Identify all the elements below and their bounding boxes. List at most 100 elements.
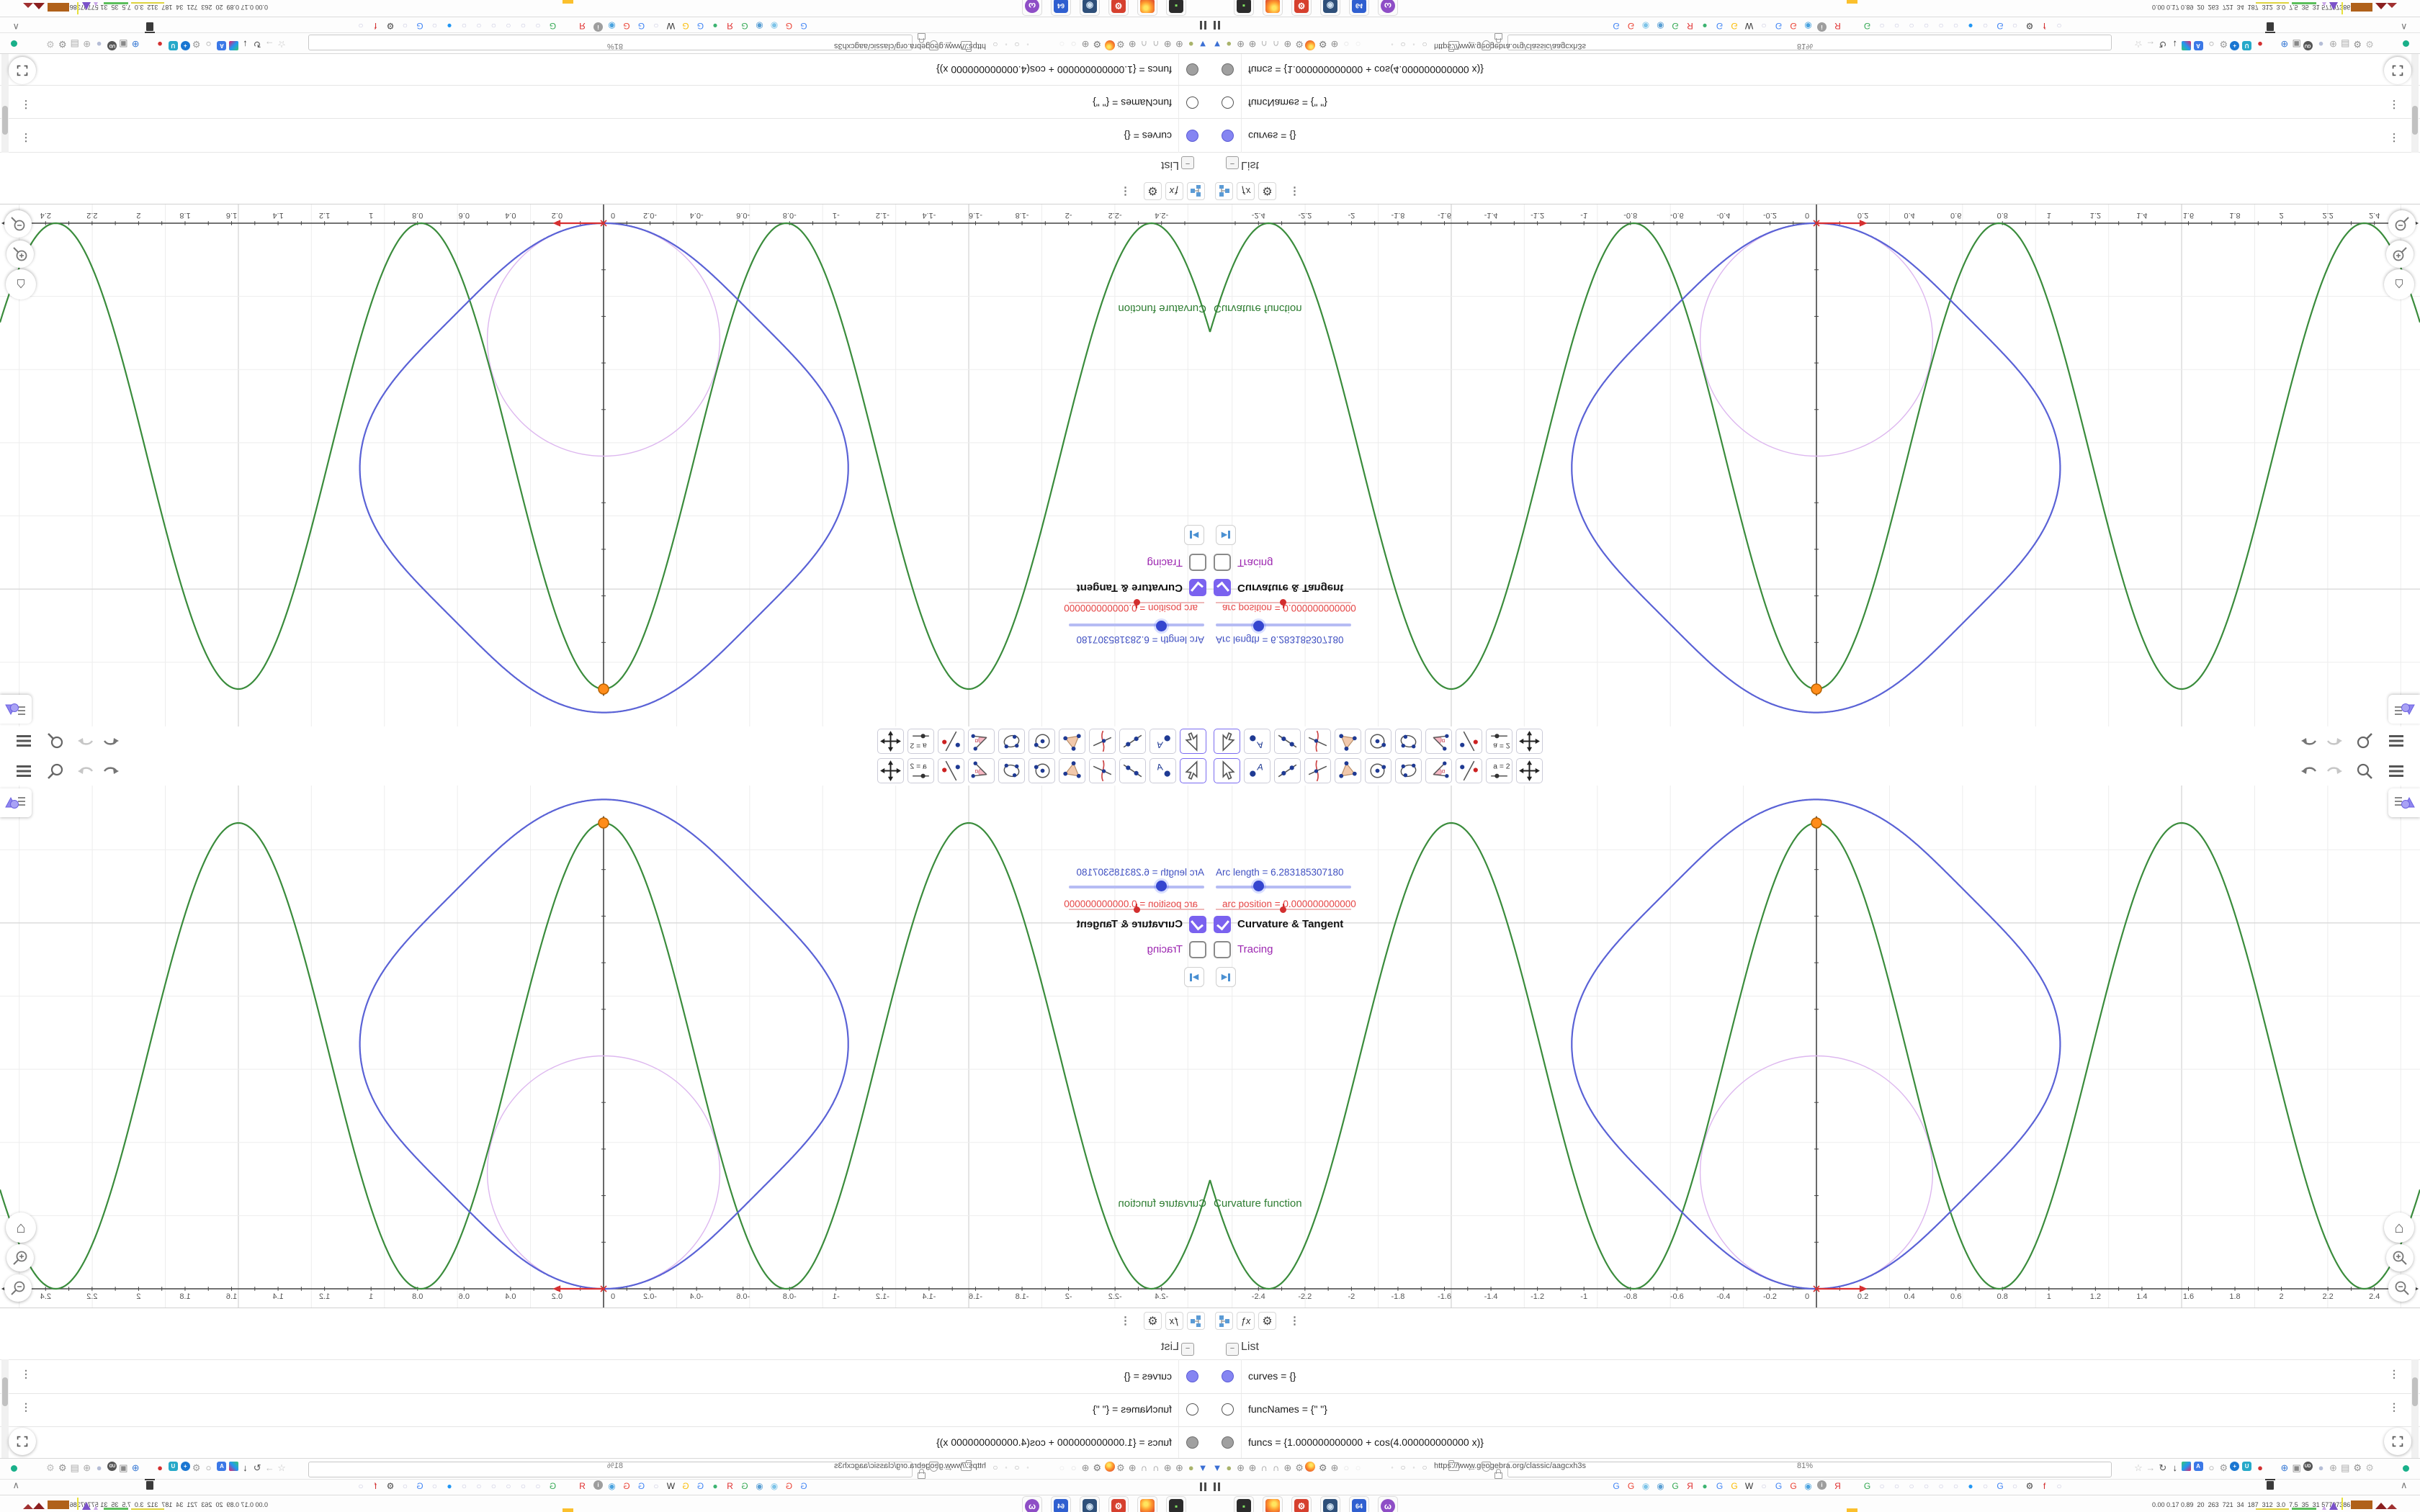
search-dot[interactable]: ● (1699, 20, 1711, 32)
search-globe[interactable]: ◉ (754, 1480, 766, 1492)
ghost-icon[interactable]: ○ (1068, 1462, 1080, 1473)
search-globe[interactable]: ◉ (1655, 1480, 1667, 1492)
search-yandex[interactable]: Я (725, 1480, 736, 1492)
graphics-stylebar-toggle-button[interactable] (2388, 788, 2420, 817)
algebra-scrollbar[interactable] (2411, 54, 2419, 153)
search-g[interactable]: G (798, 1480, 810, 1492)
oval-icon[interactable]: ○ (2205, 39, 2217, 50)
search-g[interactable]: G (1626, 20, 1637, 32)
search-ghost[interactable]: ○ (429, 1480, 441, 1492)
ghost-icon[interactable]: ○ (1340, 39, 1352, 50)
search-ghost[interactable]: ○ (1950, 1480, 1962, 1492)
search-g[interactable]: G (1626, 1480, 1637, 1492)
gear-icon[interactable]: ⚙ (191, 1462, 202, 1473)
search-ghost[interactable]: ○ (1891, 20, 1903, 32)
arc-length-slider-thumb[interactable] (1253, 881, 1264, 891)
search-g[interactable]: G (784, 20, 795, 32)
pin-icon[interactable]: ▼ (1197, 1462, 1209, 1473)
overflow-chevron-icon[interactable]: ∧ (12, 1480, 19, 1491)
tool-angle-button[interactable]: α (1425, 729, 1452, 754)
back-icon[interactable]: ← (943, 1462, 954, 1473)
search-f[interactable]: f (370, 20, 382, 32)
record-icon[interactable]: ● (2254, 39, 2266, 50)
gear-icon[interactable]: ⚙ (1091, 39, 1103, 50)
search-g[interactable]: G (1729, 1480, 1740, 1492)
search-gear[interactable]: ⚙ (2024, 20, 2035, 32)
puzzle-icon[interactable]: ▤ (2339, 1462, 2351, 1473)
search-g[interactable]: G (1610, 20, 1622, 32)
search-ghost[interactable]: ○ (488, 1480, 500, 1492)
archive-icon[interactable]: ▣ (117, 1462, 129, 1473)
tool-slider-button[interactable]: a = 2 (1486, 729, 1512, 754)
search-info[interactable]: i (593, 1480, 603, 1490)
site-icon[interactable]: ⊕ (1282, 1462, 1294, 1473)
dot-icon[interactable]: ○ (1397, 1462, 1409, 1473)
download-icon[interactable]: ↓ (239, 39, 251, 50)
arc-position-slider-thumb[interactable] (1134, 599, 1140, 606)
arc-icon[interactable]: ∩ (1258, 39, 1270, 50)
ud-icon[interactable]: UD (2303, 1462, 2313, 1471)
scrollbar-thumb[interactable] (2412, 106, 2418, 135)
visibility-marble-curves[interactable] (1186, 130, 1198, 142)
search-ghost[interactable]: ○ (1876, 20, 1888, 32)
plus-icon[interactable]: + (180, 1462, 190, 1471)
search-info[interactable]: i (593, 22, 603, 32)
zoom-in-button[interactable] (6, 1244, 34, 1272)
search-ghost[interactable]: ○ (488, 20, 500, 32)
search-f[interactable]: f (2039, 1480, 2051, 1492)
shield-circle-icon[interactable]: ● (2316, 39, 2327, 50)
forward-icon[interactable]: → (2145, 1462, 2156, 1473)
zoom-in-button[interactable] (2386, 1244, 2414, 1272)
visibility-marble-funcs[interactable] (1222, 1436, 1234, 1449)
search-ghost[interactable]: ○ (1891, 1480, 1903, 1492)
globe-icon[interactable]: ⊕ (81, 1462, 93, 1473)
folder-icon[interactable] (1448, 41, 1459, 50)
search-ghost[interactable]: ○ (429, 20, 441, 32)
fullscreen-button[interactable] (9, 1428, 36, 1455)
tracing-checkbox[interactable] (1214, 941, 1231, 958)
profile-icon[interactable]: ● (1186, 39, 1197, 50)
reload-icon[interactable]: ↻ (251, 39, 263, 50)
visibility-marble-funcs[interactable] (1222, 63, 1234, 76)
row-menu-icon[interactable]: ⋮ (21, 99, 31, 111)
folder-icon[interactable] (961, 41, 972, 50)
zoom-in-button[interactable] (2386, 240, 2414, 268)
search-ghost[interactable]: ○ (1906, 1480, 1917, 1492)
pause-icon[interactable] (1198, 1482, 1206, 1491)
arc-length-slider-thumb[interactable] (1253, 621, 1264, 631)
visibility-marble-funcnames[interactable] (1222, 96, 1234, 109)
search-yandex[interactable]: Я (577, 20, 588, 32)
search-g[interactable]: G (798, 20, 810, 32)
tool-move-button[interactable] (1180, 729, 1206, 754)
gear-outline-icon[interactable]: ⚙ (45, 1462, 56, 1473)
folder-icon[interactable] (961, 1462, 972, 1471)
scrollbar-thumb[interactable] (2, 1377, 8, 1406)
site-icon[interactable]: ⊕ (1247, 1462, 1258, 1473)
tool-move-button[interactable] (1180, 758, 1206, 783)
fullscreen-button[interactable] (2384, 1428, 2411, 1455)
tracing-checkbox[interactable] (1189, 941, 1206, 958)
collapse-list-button[interactable]: − (1181, 1343, 1194, 1356)
algebra-scrollbar[interactable] (1, 54, 9, 153)
back-icon[interactable]: ← (1466, 1462, 1477, 1473)
home-button[interactable]: ⌂ (2384, 1212, 2414, 1243)
stylebar-more-button[interactable]: ⋮ (1289, 185, 1300, 198)
curvature-tangent-checkbox[interactable] (1189, 579, 1206, 596)
marker-icon[interactable] (2181, 41, 2191, 50)
record-icon[interactable]: ● (2254, 1462, 2266, 1473)
arc-length-slider[interactable] (1216, 886, 1351, 888)
search-g[interactable]: G (680, 1480, 691, 1492)
row-menu-icon[interactable]: ⋮ (2389, 132, 2399, 144)
app-firefox[interactable] (1137, 1496, 1157, 1512)
play-step-button[interactable]: ▶ (1184, 967, 1204, 987)
tool-slider-button[interactable]: a = 2 (1486, 758, 1512, 783)
row-menu-icon[interactable]: ⋮ (2389, 1368, 2399, 1380)
firefox-icon[interactable] (1104, 1462, 1115, 1472)
app-mascot[interactable]: ω (1022, 1496, 1042, 1512)
ud-icon[interactable]: UD (2303, 41, 2313, 50)
app-drive[interactable]: ▪ (1234, 0, 1254, 16)
firefox-icon[interactable] (1104, 40, 1115, 50)
app-floppy64[interactable]: 64 (1349, 1496, 1369, 1512)
search-ghost[interactable]: ○ (2009, 20, 2021, 32)
back-icon[interactable]: ← (1466, 39, 1477, 50)
